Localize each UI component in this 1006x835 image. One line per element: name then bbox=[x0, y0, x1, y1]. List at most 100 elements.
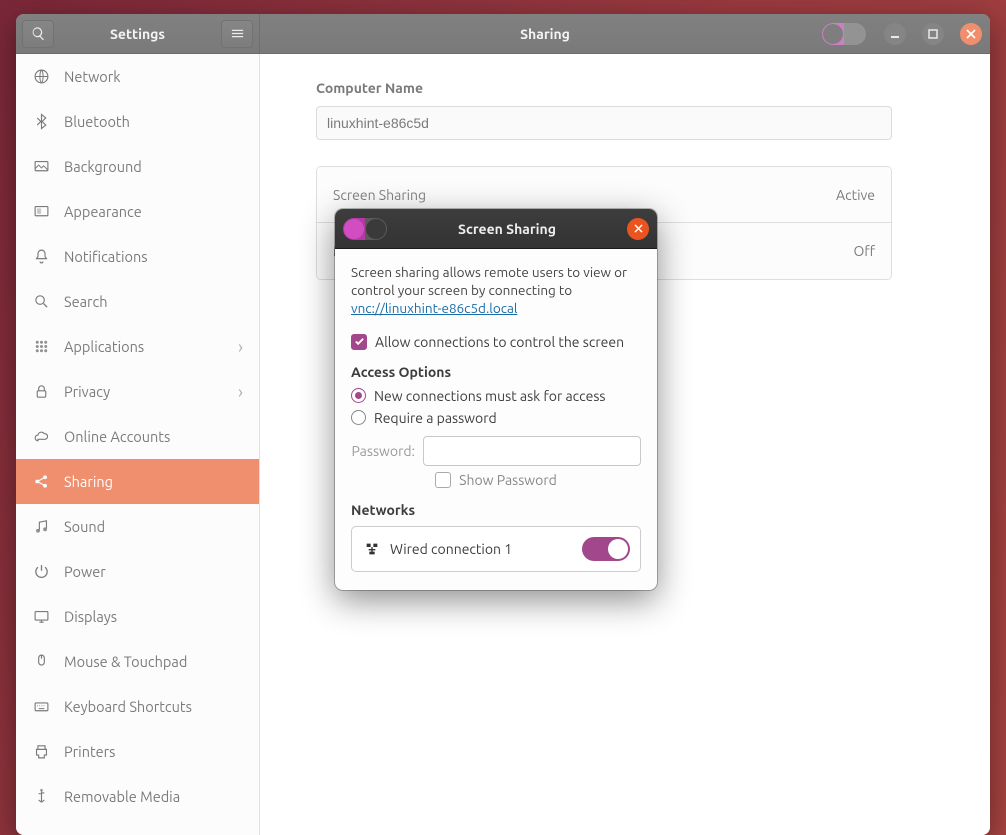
allow-control-checkbox[interactable] bbox=[351, 334, 367, 350]
dialog-header: Screen Sharing bbox=[335, 209, 657, 249]
hamburger-button[interactable] bbox=[221, 20, 253, 48]
sidebar-item-search[interactable]: Search bbox=[16, 279, 259, 324]
radio-password-label: Require a password bbox=[374, 410, 497, 426]
sidebar-item-label: Displays bbox=[64, 608, 117, 625]
radio-ask[interactable] bbox=[351, 388, 366, 403]
window-controls bbox=[884, 23, 982, 45]
sidebar-item-privacy[interactable]: Privacy › bbox=[16, 369, 259, 414]
sidebar-item-sharing[interactable]: Sharing bbox=[16, 459, 259, 504]
sidebar-item-sound[interactable]: Sound bbox=[16, 504, 259, 549]
sidebar-item-online-accounts[interactable]: Online Accounts bbox=[16, 414, 259, 459]
cloud-icon bbox=[32, 428, 50, 446]
mouse-icon bbox=[32, 653, 50, 671]
sidebar-item-label: Search bbox=[64, 293, 108, 310]
password-label: Password: bbox=[351, 443, 415, 459]
networks-heading: Networks bbox=[351, 502, 641, 518]
sidebar-item-label: Mouse & Touchpad bbox=[64, 653, 187, 670]
music-icon bbox=[32, 518, 50, 536]
radio-password[interactable] bbox=[351, 410, 366, 425]
sidebar-item-displays[interactable]: Displays bbox=[16, 594, 259, 639]
titlebar-right: Sharing bbox=[260, 14, 990, 53]
network-toggle[interactable] bbox=[582, 537, 630, 561]
settings-title: Settings bbox=[60, 26, 215, 42]
check-icon bbox=[354, 336, 365, 347]
chevron-right-icon: › bbox=[238, 382, 243, 402]
usb-icon bbox=[32, 788, 50, 806]
screen-sharing-row-label: Screen Sharing bbox=[333, 187, 426, 203]
allow-control-label: Allow connections to control the screen bbox=[375, 334, 624, 350]
titlebar-left: Settings bbox=[16, 14, 260, 53]
sharing-master-toggle[interactable] bbox=[822, 23, 866, 45]
allow-control-row[interactable]: Allow connections to control the screen bbox=[351, 334, 641, 350]
search-button[interactable] bbox=[22, 20, 54, 48]
sidebar-item-mouse-touchpad[interactable]: Mouse & Touchpad bbox=[16, 639, 259, 684]
screen-sharing-row-status: Active bbox=[836, 187, 875, 203]
radio-ask-row[interactable]: New connections must ask for access bbox=[351, 388, 641, 404]
radio-ask-label: New connections must ask for access bbox=[374, 388, 606, 404]
sidebar-item-label: Sharing bbox=[64, 473, 113, 490]
dialog-body: Screen sharing allows remote users to vi… bbox=[335, 249, 657, 590]
dialog-desc-text: Screen sharing allows remote users to vi… bbox=[351, 264, 627, 298]
search-icon bbox=[31, 26, 46, 41]
password-input[interactable] bbox=[423, 436, 641, 466]
sidebar-item-label: Privacy bbox=[64, 383, 110, 400]
printer-icon bbox=[32, 743, 50, 761]
sidebar-item-printers[interactable]: Printers bbox=[16, 729, 259, 774]
sidebar-item-label: Sound bbox=[64, 518, 105, 535]
lock-icon bbox=[32, 383, 50, 401]
close-button[interactable] bbox=[960, 23, 982, 45]
sidebar-item-label: Background bbox=[64, 158, 142, 175]
dialog-title: Screen Sharing bbox=[387, 221, 627, 237]
radio-password-row[interactable]: Require a password bbox=[351, 410, 641, 426]
maximize-button[interactable] bbox=[922, 23, 944, 45]
sidebar-item-applications[interactable]: Applications › bbox=[16, 324, 259, 369]
bell-icon bbox=[32, 248, 50, 266]
sidebar-item-label: Printers bbox=[64, 743, 115, 760]
show-password-label: Show Password bbox=[459, 472, 557, 488]
sidebar-item-label: Keyboard Shortcuts bbox=[64, 698, 192, 715]
share-icon bbox=[32, 473, 50, 491]
search-icon bbox=[32, 293, 50, 311]
screen-sharing-dialog: Screen Sharing Screen sharing allows rem… bbox=[335, 209, 657, 590]
show-password-checkbox[interactable] bbox=[435, 472, 451, 488]
sidebar-item-keyboard-shortcuts[interactable]: Keyboard Shortcuts bbox=[16, 684, 259, 729]
sidebar-item-background[interactable]: Background bbox=[16, 144, 259, 189]
close-icon bbox=[966, 29, 976, 39]
sidebar-item-bluetooth[interactable]: Bluetooth bbox=[16, 99, 259, 144]
access-options-heading: Access Options bbox=[351, 364, 641, 380]
display-icon bbox=[32, 608, 50, 626]
computer-name-label: Computer Name bbox=[316, 80, 934, 96]
background-icon bbox=[32, 158, 50, 176]
dialog-close-button[interactable] bbox=[627, 218, 649, 240]
password-row: Password: bbox=[351, 436, 641, 466]
appearance-icon bbox=[32, 203, 50, 221]
bluetooth-icon bbox=[32, 113, 50, 131]
show-password-row[interactable]: Show Password bbox=[351, 472, 641, 488]
globe-icon bbox=[32, 68, 50, 86]
keyboard-icon bbox=[32, 698, 50, 716]
vnc-link[interactable]: vnc://linuxhint-e86c5d.local bbox=[351, 300, 517, 316]
sidebar-item-label: Appearance bbox=[64, 203, 142, 220]
sidebar-item-network[interactable]: Network bbox=[16, 54, 259, 99]
sidebar-item-appearance[interactable]: Appearance bbox=[16, 189, 259, 234]
sidebar-item-removable-media[interactable]: Removable Media bbox=[16, 774, 259, 819]
screen-sharing-toggle[interactable] bbox=[343, 218, 387, 240]
minimize-button[interactable] bbox=[884, 23, 906, 45]
power-icon bbox=[32, 563, 50, 581]
sidebar-item-notifications[interactable]: Notifications bbox=[16, 234, 259, 279]
page-title: Sharing bbox=[268, 26, 822, 42]
media-sharing-row-status: Off bbox=[853, 243, 875, 259]
sidebar-item-label: Network bbox=[64, 68, 121, 85]
network-row: Wired connection 1 bbox=[351, 526, 641, 572]
grid-icon bbox=[32, 338, 50, 356]
sidebar-item-label: Notifications bbox=[64, 248, 148, 265]
sidebar-item-label: Online Accounts bbox=[64, 428, 170, 445]
sidebar[interactable]: Network Bluetooth Background Appearance Noti… bbox=[16, 54, 260, 835]
sidebar-item-label: Removable Media bbox=[64, 788, 180, 805]
sidebar-item-power[interactable]: Power bbox=[16, 549, 259, 594]
dialog-description: Screen sharing allows remote users to vi… bbox=[351, 263, 641, 318]
chevron-right-icon: › bbox=[238, 337, 243, 357]
computer-name-input[interactable] bbox=[316, 106, 892, 140]
titlebar: Settings Sharing bbox=[16, 14, 990, 54]
sidebar-item-label: Applications bbox=[64, 338, 144, 355]
